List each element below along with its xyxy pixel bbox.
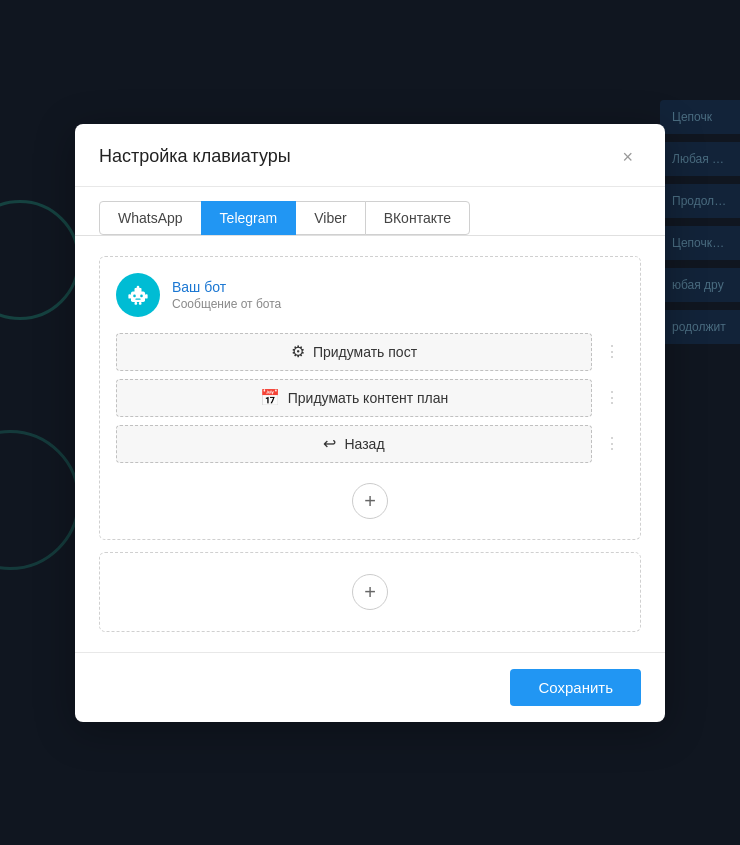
bot-info: Ваш бот Сообщение от бота — [172, 279, 281, 311]
keyboard-btn-3[interactable]: ↩ Назад — [116, 425, 592, 463]
robot-icon — [124, 281, 152, 309]
add-button-inner[interactable]: + — [352, 483, 388, 519]
bot-header: Ваш бот Сообщение от бота — [116, 273, 624, 317]
keyboard-btn-1[interactable]: ⚙ Придумать пост — [116, 333, 592, 371]
svg-rect-0 — [131, 291, 145, 302]
bot-subtitle: Сообщение от бота — [172, 297, 281, 311]
tab-bar: WhatsApp Telegram Viber ВКонтакте — [75, 187, 665, 236]
svg-rect-8 — [135, 302, 138, 305]
tab-vkontakte[interactable]: ВКонтакте — [365, 201, 470, 235]
second-section: + — [99, 552, 641, 632]
tab-whatsapp[interactable]: WhatsApp — [99, 201, 202, 235]
modal-title: Настройка клавиатуры — [99, 146, 291, 167]
keyboard-btn-1-label: Придумать пост — [313, 344, 417, 360]
drag-handle-3[interactable]: ⋮ — [600, 430, 624, 457]
bot-name: Ваш бот — [172, 279, 281, 295]
avatar — [116, 273, 160, 317]
add-button-row-inner: + — [116, 471, 624, 523]
keyboard-btn-2[interactable]: 📅 Придумать контент план — [116, 379, 592, 417]
keyboard-button-row-3: ↩ Назад ⋮ — [116, 425, 624, 463]
tab-viber[interactable]: Viber — [295, 201, 365, 235]
keyboard-button-row-2: 📅 Придумать контент план ⋮ — [116, 379, 624, 417]
modal-dialog: Настройка клавиатуры × WhatsApp Telegram… — [75, 124, 665, 722]
svg-rect-1 — [135, 288, 142, 292]
svg-rect-7 — [145, 294, 148, 298]
svg-point-3 — [133, 294, 136, 297]
bot-card: Ваш бот Сообщение от бота ⚙ Придумать по… — [99, 256, 641, 540]
svg-rect-5 — [135, 298, 140, 299]
svg-rect-6 — [128, 294, 131, 298]
save-button[interactable]: Сохранить — [510, 669, 641, 706]
modal-body: Ваш бот Сообщение от бота ⚙ Придумать по… — [75, 236, 665, 652]
modal-header: Настройка клавиатуры × — [75, 124, 665, 187]
keyboard-btn-3-label: Назад — [344, 436, 384, 452]
gear-icon: ⚙ — [291, 344, 305, 360]
modal-close-button[interactable]: × — [614, 144, 641, 170]
svg-point-2 — [137, 285, 140, 288]
svg-point-4 — [140, 294, 143, 297]
keyboard-button-row-1: ⚙ Придумать пост ⋮ — [116, 333, 624, 371]
tab-telegram[interactable]: Telegram — [201, 201, 297, 235]
drag-handle-1[interactable]: ⋮ — [600, 338, 624, 365]
add-button-outer[interactable]: + — [352, 574, 388, 610]
back-icon: ↩ — [323, 436, 336, 452]
modal-footer: Сохранить — [75, 652, 665, 722]
modal-overlay: Настройка клавиатуры × WhatsApp Telegram… — [0, 0, 740, 845]
svg-rect-9 — [139, 302, 142, 305]
drag-handle-2[interactable]: ⋮ — [600, 384, 624, 411]
keyboard-btn-2-label: Придумать контент план — [288, 390, 449, 406]
calendar-icon: 📅 — [260, 390, 280, 406]
